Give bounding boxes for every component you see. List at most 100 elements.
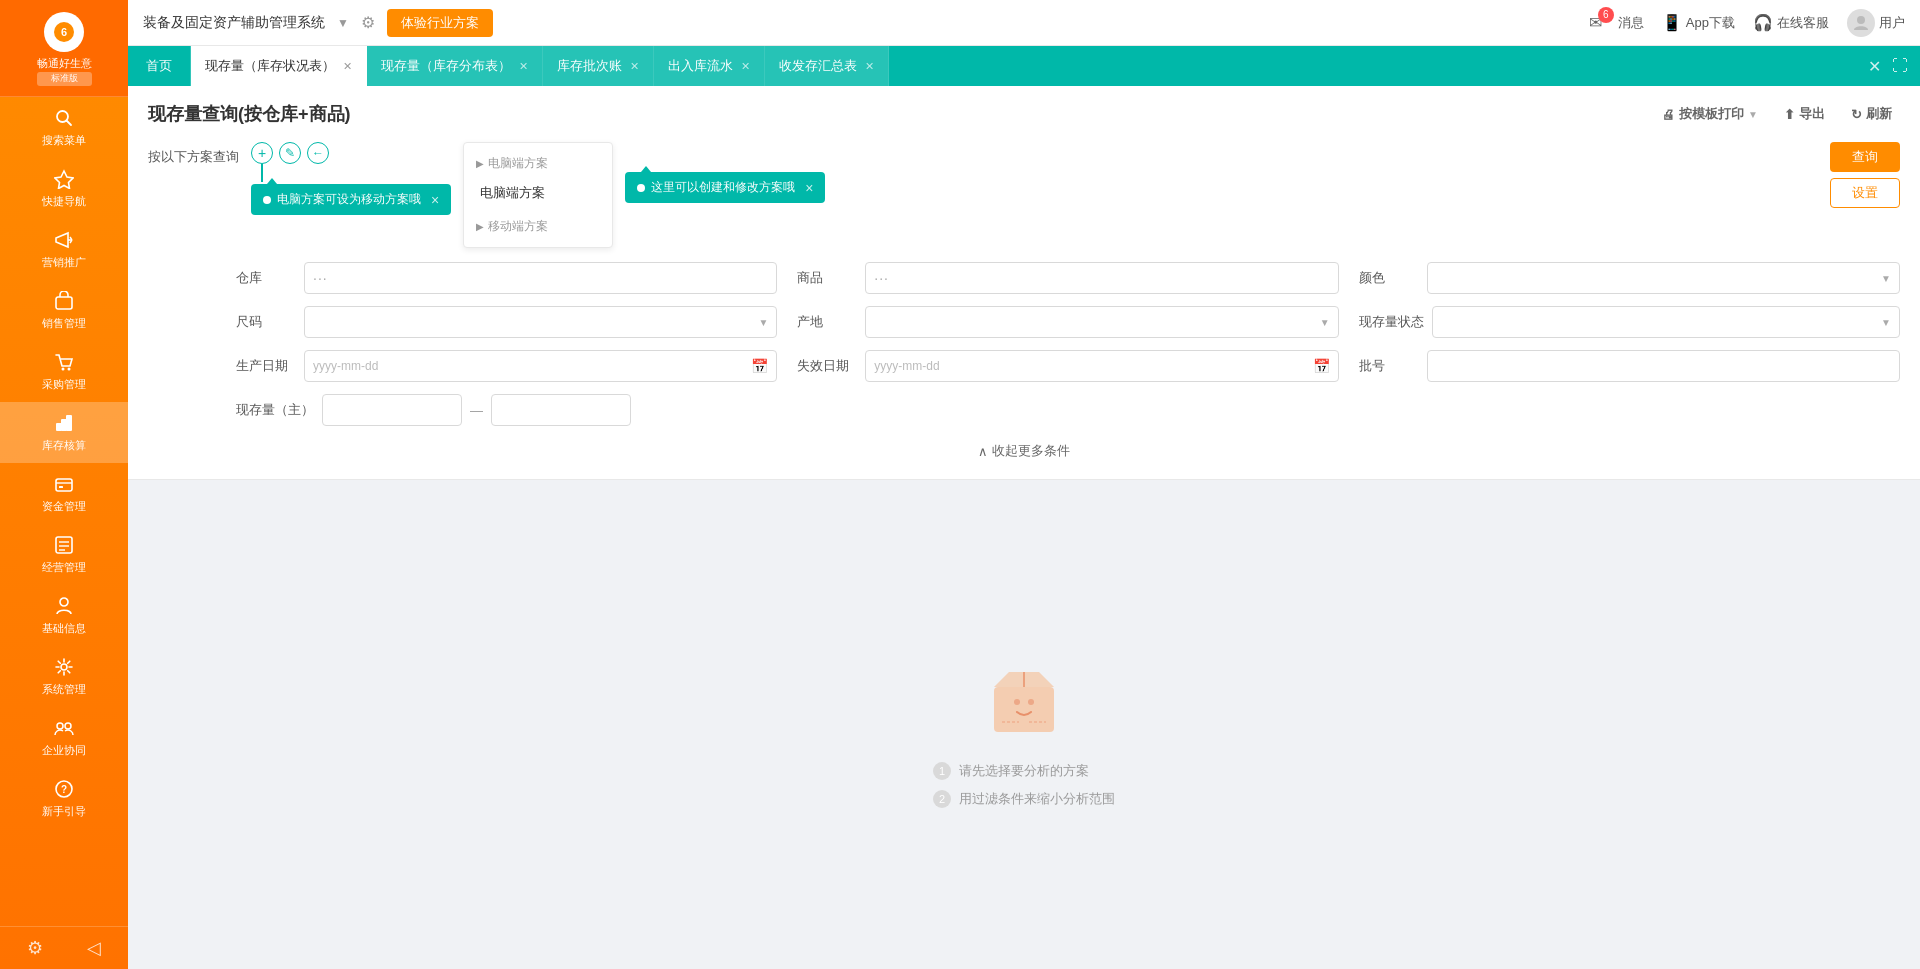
svg-text:6: 6 <box>61 26 67 38</box>
tab-inventory-dist[interactable]: 现存量（库存分布表） ✕ <box>367 46 543 86</box>
stock-main-dash: — <box>466 403 487 418</box>
sidebar-item-label: 销售管理 <box>42 316 86 331</box>
page-title-text: 现存量查询(按仓库+商品) <box>148 102 351 126</box>
production-date-input[interactable]: yyyy-mm-dd 📅 <box>304 350 777 382</box>
tooltip2-close[interactable]: × <box>805 180 813 196</box>
sidebar-item-operation[interactable]: 经营管理 <box>0 524 128 585</box>
phone-icon: 📱 <box>1662 13 1682 32</box>
tab-summary[interactable]: 收发存汇总表 ✕ <box>765 46 889 86</box>
enterprise-icon <box>53 717 75 739</box>
print-btn[interactable]: 🖨 按模板打印 ▼ <box>1654 101 1766 127</box>
sales-icon <box>53 290 75 312</box>
sidebar-item-label: 搜索菜单 <box>42 133 86 148</box>
message-btn[interactable]: ✉ 6 消息 <box>1589 13 1644 32</box>
reset-button[interactable]: 设置 <box>1830 178 1900 208</box>
tab-batch-account[interactable]: 库存批次账 ✕ <box>543 46 654 86</box>
sidebar-item-label: 资金管理 <box>42 499 86 514</box>
goods-input[interactable]: ··· <box>865 262 1338 294</box>
sidebar-collapse-btn[interactable]: ◁ <box>87 937 101 959</box>
tab-inventory-status-close[interactable]: ✕ <box>343 60 352 73</box>
page-content: 现存量查询(按仓库+商品) 🖨 按模板打印 ▼ ⬆ 导出 ↻ 刷新 <box>128 86 1920 969</box>
app-download-label: App下载 <box>1686 14 1735 32</box>
sidebar-item-finance[interactable]: 资金管理 <box>0 463 128 524</box>
sidebar-item-enterprise[interactable]: 企业协同 <box>0 707 128 768</box>
step-1-text: 请先选择要分析的方案 <box>959 762 1089 780</box>
expiry-date-placeholder: yyyy-mm-dd <box>874 359 939 373</box>
svg-point-21 <box>60 598 68 606</box>
tab-home[interactable]: 首页 <box>128 46 191 86</box>
user-btn[interactable]: 用户 <box>1847 9 1905 37</box>
tab-summary-close[interactable]: ✕ <box>865 60 874 73</box>
tab-inventory-dist-close[interactable]: ✕ <box>519 60 528 73</box>
trial-button[interactable]: 体验行业方案 <box>387 9 493 37</box>
search-button[interactable]: 查询 <box>1830 142 1900 172</box>
sidebar-item-marketing[interactable]: 营销推广 <box>0 219 128 280</box>
sidebar-item-label: 快捷导航 <box>42 194 86 209</box>
filter-section: 现存量查询(按仓库+商品) 🖨 按模板打印 ▼ ⬆ 导出 ↻ 刷新 <box>128 86 1920 480</box>
main-content: 装备及固定资产辅助管理系统 ▼ ⚙ 体验行业方案 ✉ 6 消息 📱 App下载 … <box>128 0 1920 969</box>
filter-row-1: 仓库 ··· 商品 ··· 颜色 <box>236 262 1900 294</box>
goods-label: 商品 <box>797 269 857 287</box>
tab-inout-flow-close[interactable]: ✕ <box>741 60 750 73</box>
sidebar-item-sales[interactable]: 销售管理 <box>0 280 128 341</box>
topbar: 装备及固定资产辅助管理系统 ▼ ⚙ 体验行业方案 ✉ 6 消息 📱 App下载 … <box>128 0 1920 46</box>
origin-input[interactable]: ▼ <box>865 306 1338 338</box>
stock-status-input[interactable]: ▼ <box>1432 306 1900 338</box>
tab-batch-account-close[interactable]: ✕ <box>630 60 639 73</box>
tabbar-actions: ✕ ⛶ <box>1854 46 1920 86</box>
expiry-date-calendar-icon[interactable]: 📅 <box>1313 358 1330 374</box>
batch-no-input[interactable] <box>1427 350 1900 382</box>
sidebar-item-basic-info[interactable]: 基础信息 <box>0 585 128 646</box>
sidebar-item-search-menu[interactable]: 搜索菜单 <box>0 97 128 158</box>
sidebar-item-quick-nav[interactable]: 快捷导航 <box>0 158 128 219</box>
scheme-item-pc[interactable]: 电脑端方案 <box>464 176 612 210</box>
tooltip1-close[interactable]: × <box>431 192 439 208</box>
size-label: 尺码 <box>236 313 296 331</box>
sidebar-item-purchase[interactable]: 采购管理 <box>0 341 128 402</box>
expiry-date-label: 失效日期 <box>797 357 857 375</box>
svg-text:?: ? <box>61 784 67 795</box>
search-reset-area: 查询 设置 <box>1830 142 1900 208</box>
scheme-add-btn[interactable]: + <box>251 142 273 164</box>
tab-home-label: 首页 <box>146 57 172 75</box>
export-label: 导出 <box>1799 105 1825 123</box>
page-title-bar: 现存量查询(按仓库+商品) 🖨 按模板打印 ▼ ⬆ 导出 ↻ 刷新 <box>148 101 1900 127</box>
collapse-bar[interactable]: ∧ 收起更多条件 <box>148 434 1900 464</box>
empty-step-1: 1 请先选择要分析的方案 <box>933 762 1089 780</box>
sidebar-settings-btn[interactable]: ⚙ <box>27 937 43 959</box>
stock-status-arrow-icon: ▼ <box>1881 317 1891 328</box>
support-label: 在线客服 <box>1777 14 1829 32</box>
tab-fullscreen-btn[interactable]: ⛶ <box>1888 54 1912 78</box>
quick-nav-icon <box>53 168 75 190</box>
sidebar-item-system[interactable]: 系统管理 <box>0 646 128 707</box>
warehouse-input[interactable]: ··· <box>304 262 777 294</box>
size-input[interactable]: ▼ <box>304 306 777 338</box>
system-dropdown-icon[interactable]: ▼ <box>337 16 349 30</box>
refresh-btn[interactable]: ↻ 刷新 <box>1843 101 1900 127</box>
refresh-label: 刷新 <box>1866 105 1892 123</box>
empty-illustration <box>974 642 1074 742</box>
sidebar-item-inventory[interactable]: 库存核算 <box>0 402 128 463</box>
topbar-settings-icon[interactable]: ⚙ <box>361 13 375 32</box>
tab-inout-flow[interactable]: 出入库流水 ✕ <box>654 46 765 86</box>
system-name: 装备及固定资产辅助管理系统 <box>143 14 325 32</box>
scheme-back-btn[interactable]: ← <box>307 142 329 164</box>
sidebar-item-label: 企业协同 <box>42 743 86 758</box>
empty-step-2: 2 用过滤条件来缩小分析范围 <box>933 790 1115 808</box>
export-btn[interactable]: ⬆ 导出 <box>1776 101 1833 127</box>
app-download-btn[interactable]: 📱 App下载 <box>1662 13 1735 32</box>
scheme-edit-btn[interactable]: ✎ <box>279 142 301 164</box>
tooltip2-text: 这里可以创建和修改方案哦 <box>651 179 795 196</box>
production-date-calendar-icon[interactable]: 📅 <box>751 358 768 374</box>
color-input[interactable]: ▼ <box>1427 262 1900 294</box>
tab-inventory-status[interactable]: 现存量（库存状况表） ✕ <box>191 46 367 86</box>
sidebar-item-label: 采购管理 <box>42 377 86 392</box>
tab-close-all-btn[interactable]: ✕ <box>1862 54 1886 78</box>
expiry-date-input[interactable]: yyyy-mm-dd 📅 <box>865 350 1338 382</box>
stock-main-min[interactable] <box>322 394 462 426</box>
sidebar-item-guide[interactable]: ? 新手引导 <box>0 768 128 829</box>
support-btn[interactable]: 🎧 在线客服 <box>1753 13 1829 32</box>
stock-main-max[interactable] <box>491 394 631 426</box>
scheme-list-panel: ▶ 电脑端方案 电脑端方案 ▶ 移动端方案 <box>463 142 613 248</box>
collapse-up-icon: ∧ <box>978 444 988 459</box>
